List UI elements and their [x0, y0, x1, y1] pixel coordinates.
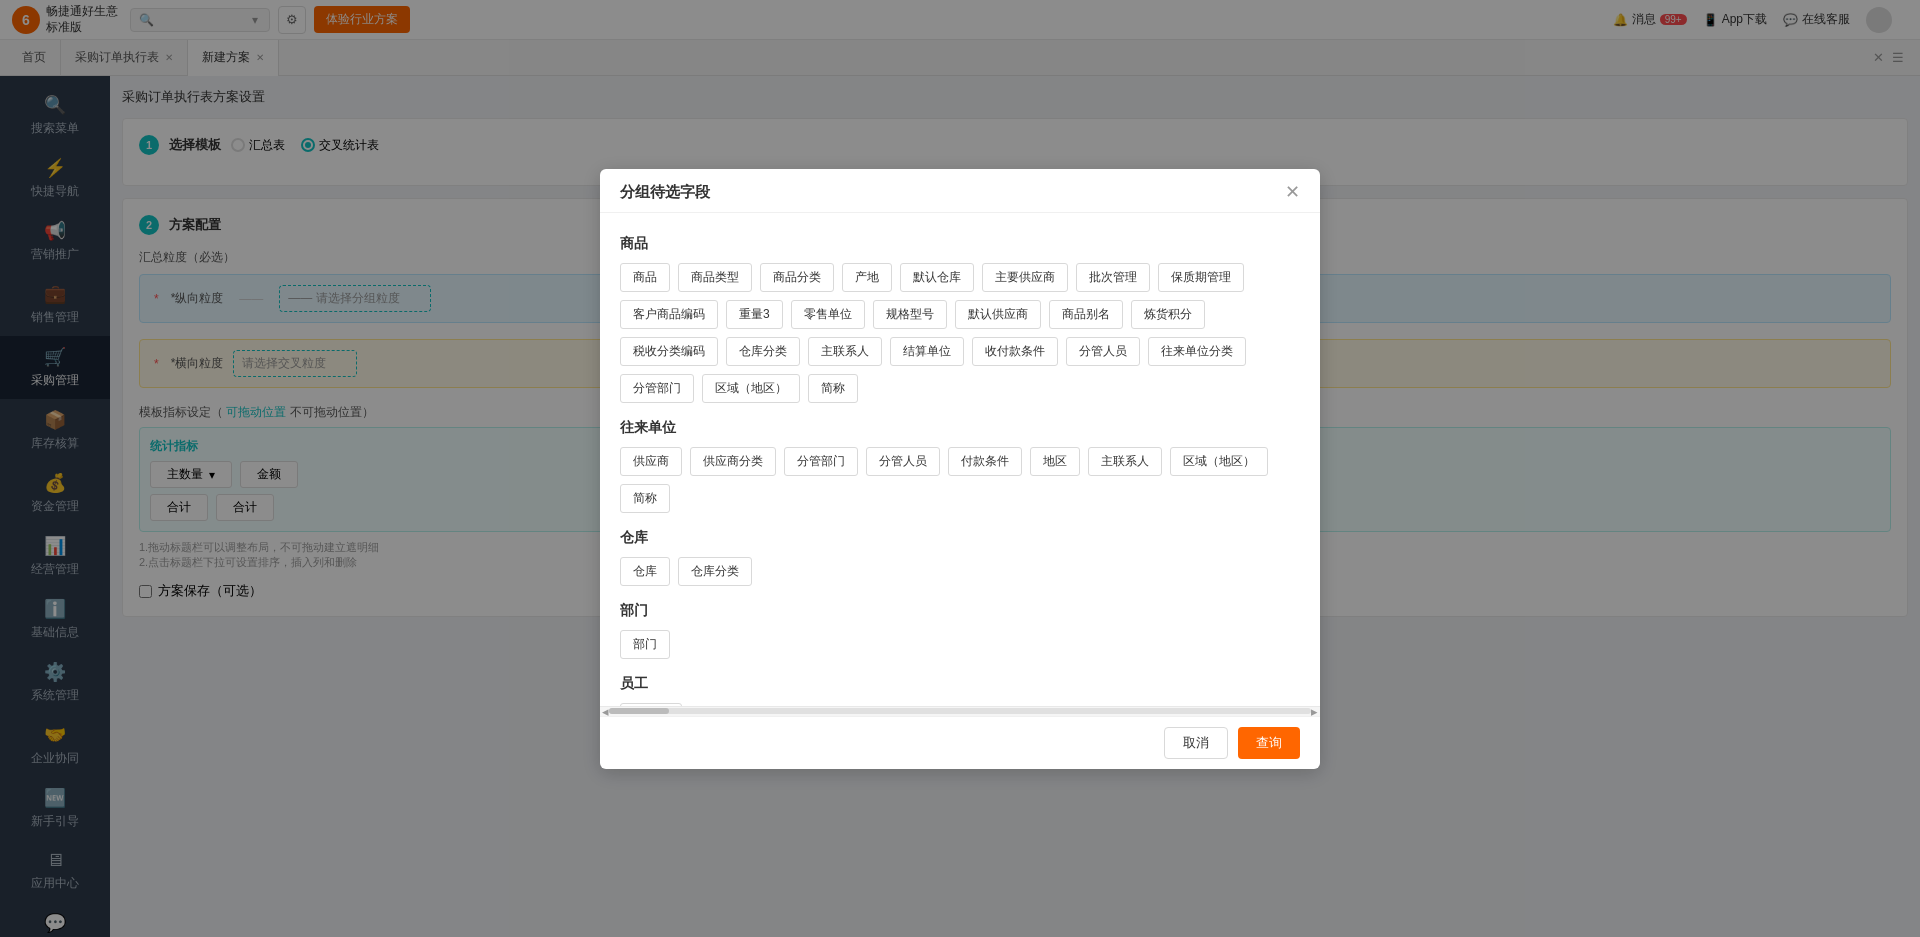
- field-chip[interactable]: 仓库分类: [678, 557, 752, 586]
- section-title-warehouse: 仓库: [620, 529, 1300, 547]
- field-chip[interactable]: 供应商分类: [690, 447, 776, 476]
- hscroll-thumb: [609, 708, 669, 714]
- field-chip[interactable]: 商品类型: [678, 263, 752, 292]
- modal-footer: 取消 查询: [600, 716, 1320, 769]
- chips-partners: 供应商供应商分类分管部门分管人员付款条件地区主联系人区域（地区） 简称: [620, 447, 1300, 513]
- field-chip[interactable]: 分管人员: [1066, 337, 1140, 366]
- field-chip[interactable]: 产地: [842, 263, 892, 292]
- field-chip[interactable]: 主联系人: [808, 337, 882, 366]
- field-chip[interactable]: 商品分类: [760, 263, 834, 292]
- field-chip[interactable]: 简称: [808, 374, 858, 403]
- field-chip[interactable]: 地区: [1030, 447, 1080, 476]
- modal-body: 商品 商品商品类型商品分类产地默认仓库主要供应商批次管理保质期管理客户商品编码重…: [600, 213, 1320, 706]
- field-chip[interactable]: 主要供应商: [982, 263, 1068, 292]
- field-chip[interactable]: 结算单位: [890, 337, 964, 366]
- field-chip[interactable]: 仓库分类: [726, 337, 800, 366]
- field-chip[interactable]: 商品别名: [1049, 300, 1123, 329]
- field-chip[interactable]: 分管人员: [866, 447, 940, 476]
- field-chip[interactable]: 重量3: [726, 300, 783, 329]
- field-chip[interactable]: 付款条件: [948, 447, 1022, 476]
- modal-hscroll[interactable]: ◂ ▸: [600, 706, 1320, 716]
- field-chip[interactable]: 默认仓库: [900, 263, 974, 292]
- section-title-partners: 往来单位: [620, 419, 1300, 437]
- field-chip[interactable]: 部门: [620, 630, 670, 659]
- field-chip[interactable]: 往来单位分类: [1148, 337, 1246, 366]
- field-select-modal: 分组待选字段 ✕ 商品 商品商品类型商品分类产地默认仓库主要供应商批次管理保质期…: [600, 169, 1320, 769]
- cancel-button[interactable]: 取消: [1164, 727, 1228, 759]
- hscroll-track[interactable]: [609, 708, 1311, 714]
- field-chip[interactable]: 简称: [620, 484, 670, 513]
- confirm-button[interactable]: 查询: [1238, 727, 1300, 759]
- field-chip[interactable]: 炼货积分: [1131, 300, 1205, 329]
- modal-header: 分组待选字段 ✕: [600, 169, 1320, 213]
- field-chip[interactable]: 收付款条件: [972, 337, 1058, 366]
- field-chip[interactable]: 税收分类编码: [620, 337, 718, 366]
- field-chip[interactable]: 供应商: [620, 447, 682, 476]
- section-title-department: 部门: [620, 602, 1300, 620]
- chips-warehouse: 仓库仓库分类: [620, 557, 1300, 586]
- field-chip[interactable]: 仓库: [620, 557, 670, 586]
- field-chip[interactable]: 分管部门: [620, 374, 694, 403]
- field-chip[interactable]: 区域（地区）: [1170, 447, 1268, 476]
- section-title-goods: 商品: [620, 235, 1300, 253]
- field-chip[interactable]: 零售单位: [791, 300, 865, 329]
- field-chip[interactable]: 分管部门: [784, 447, 858, 476]
- field-chip[interactable]: 规格型号: [873, 300, 947, 329]
- chips-department: 部门: [620, 630, 1300, 659]
- modal-title: 分组待选字段: [620, 183, 710, 202]
- field-chip[interactable]: 商品: [620, 263, 670, 292]
- field-chip[interactable]: 区域（地区）: [702, 374, 800, 403]
- section-title-staff: 员工: [620, 675, 1300, 693]
- field-chip[interactable]: 保质期管理: [1158, 263, 1244, 292]
- chips-goods: 商品商品类型商品分类产地默认仓库主要供应商批次管理保质期管理客户商品编码重量3 零…: [620, 263, 1300, 403]
- field-chip[interactable]: 客户商品编码: [620, 300, 718, 329]
- modal-close-btn[interactable]: ✕: [1285, 183, 1300, 201]
- field-chip[interactable]: 批次管理: [1076, 263, 1150, 292]
- field-chip[interactable]: 默认供应商: [955, 300, 1041, 329]
- field-chip[interactable]: 主联系人: [1088, 447, 1162, 476]
